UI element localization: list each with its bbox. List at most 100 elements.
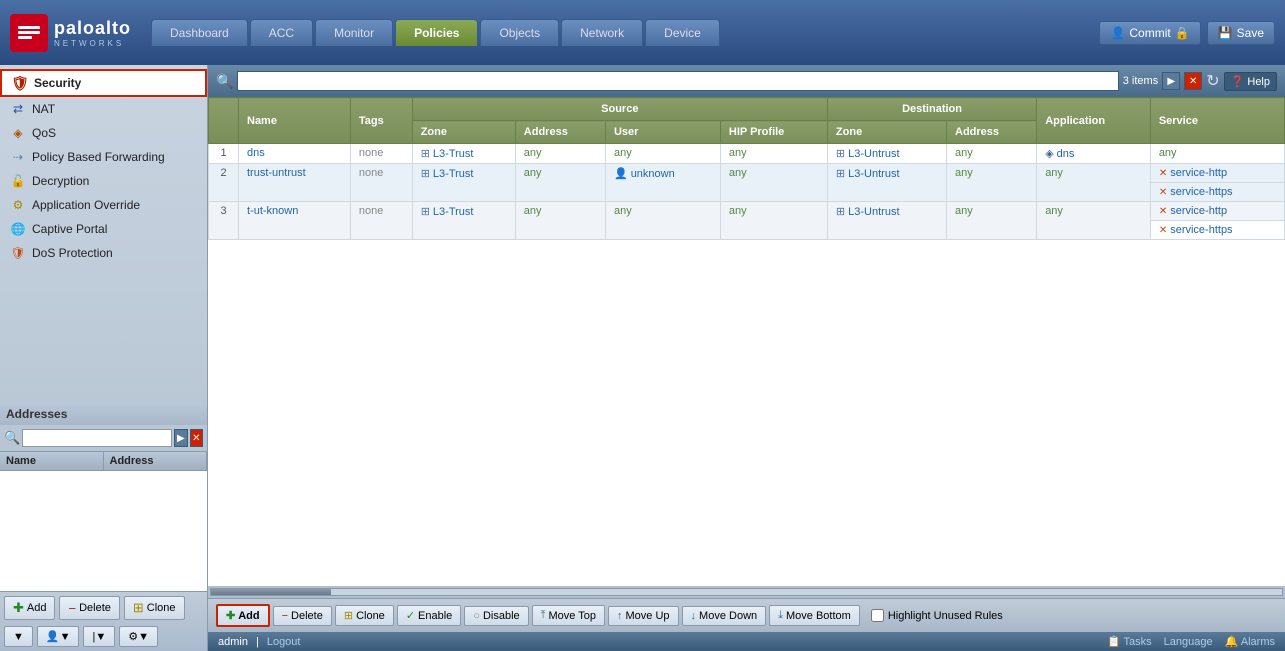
sidebar-item-nat[interactable]: ⇄ NAT	[0, 97, 207, 121]
save-button[interactable]: 💾 Save	[1207, 21, 1275, 45]
addresses-search-input[interactable]	[22, 429, 172, 447]
zone-icon: ⊞	[421, 147, 430, 160]
col-service: Service	[1150, 98, 1284, 144]
enable-button[interactable]: ✓ Enable	[397, 605, 461, 626]
highlight-unused-checkbox[interactable]	[871, 609, 884, 622]
status-bar: admin | Logout 📋 Tasks Language 🔔 Alarms	[208, 632, 1285, 651]
sidebar-item-captive-portal[interactable]: 🌐 Captive Portal	[0, 217, 207, 241]
row-service: any	[1150, 144, 1284, 164]
addresses-search-forward[interactable]: ▶	[174, 429, 187, 447]
captive-icon: 🌐	[10, 221, 26, 237]
app-icon: ◈	[1045, 147, 1053, 160]
items-count: 3 items	[1123, 75, 1158, 87]
sidebar-action-dropdown-2[interactable]: 👤▼	[37, 626, 80, 647]
logo-icon	[10, 14, 48, 52]
clone-icon: ⊞	[133, 600, 144, 616]
row-src-user: any	[605, 202, 720, 240]
panel-search-forward[interactable]: ▶	[1162, 72, 1180, 90]
move-down-icon: ↓	[691, 610, 697, 622]
col-application: Application	[1037, 98, 1151, 144]
sidebar-item-application-override[interactable]: ⚙ Application Override	[0, 193, 207, 217]
tasks-icon: 📋	[1107, 636, 1121, 648]
dos-icon: 🛡	[10, 245, 26, 261]
zone-icon: ⊞	[421, 205, 430, 218]
service-icon: ✕	[1159, 168, 1167, 179]
tab-policies[interactable]: Policies	[395, 19, 478, 46]
bottom-toolbar: ✚ Add − Delete ⊞ Clone ✓ Enable ○ Disabl…	[208, 598, 1285, 632]
addresses-search-close[interactable]: ✕	[190, 429, 203, 447]
refresh-button[interactable]: ↻	[1206, 71, 1219, 91]
tab-device[interactable]: Device	[645, 19, 720, 46]
sidebar-item-qos[interactable]: ◈ QoS	[0, 121, 207, 145]
row-dst-zone: ⊞ L3-Untrust	[827, 144, 946, 164]
panel-search-close[interactable]: ✕	[1184, 72, 1202, 90]
move-top-button[interactable]: ⤒ Move Top	[532, 605, 605, 626]
admin-label: admin	[218, 636, 248, 648]
logout-link[interactable]: Logout	[267, 636, 301, 648]
tab-acc[interactable]: ACC	[250, 19, 313, 46]
language-link[interactable]: Language	[1164, 636, 1213, 648]
tab-monitor[interactable]: Monitor	[315, 19, 393, 46]
sidebar-action-dropdown-1[interactable]: ▼	[4, 626, 33, 647]
scrollbar-thumb[interactable]	[211, 589, 331, 595]
row-hip: any	[720, 144, 827, 164]
delete-button[interactable]: − Delete	[273, 606, 332, 626]
commit-button[interactable]: 👤 Commit 🔒	[1099, 21, 1200, 45]
row-service: ✕ service-https	[1150, 221, 1284, 240]
panel-search-input[interactable]	[237, 71, 1118, 91]
move-bottom-button[interactable]: ⤓ Move Bottom	[769, 605, 860, 626]
sidebar: 🛡 Security ⇄ NAT ◈ QoS ⇢ Policy Based Fo…	[0, 65, 208, 651]
qos-icon: ◈	[10, 125, 26, 141]
row-tags: none	[350, 144, 412, 164]
add-button[interactable]: ✚ Add	[216, 604, 270, 627]
tab-network[interactable]: Network	[561, 19, 643, 46]
sidebar-delete-button[interactable]: − Delete	[59, 596, 119, 620]
disable-button[interactable]: ○ Disable	[464, 606, 528, 626]
status-right: 📋 Tasks Language 🔔 Alarms	[1107, 635, 1275, 648]
row-service: ✕ service-http	[1150, 164, 1284, 183]
zone-icon: ⊞	[421, 167, 430, 180]
horizontal-scrollbar[interactable]	[208, 586, 1285, 598]
sidebar-item-security[interactable]: 🛡 Security	[0, 69, 207, 97]
help-button[interactable]: ❓ Help	[1224, 72, 1277, 91]
move-up-button[interactable]: ↑ Move Up	[608, 606, 679, 626]
row-src-zone: ⊞ L3-Trust	[412, 144, 515, 164]
right-panel: 🔍 3 items ▶ ✕ ↻ ❓ Help Name Tags	[208, 65, 1285, 651]
sidebar-item-policy-based-forwarding[interactable]: ⇢ Policy Based Forwarding	[0, 145, 207, 169]
sidebar-clone-button[interactable]: ⊞ Clone	[124, 596, 185, 620]
sidebar-item-dos-protection[interactable]: 🛡 DoS Protection	[0, 241, 207, 265]
tasks-link[interactable]: 📋 Tasks	[1107, 635, 1152, 648]
sidebar-action-dropdown-3[interactable]: |▼	[83, 626, 115, 647]
row-dst-address: any	[947, 144, 1037, 164]
addresses-label: Addresses	[0, 403, 207, 425]
sidebar-footer: ✚ Add − Delete ⊞ Clone ▼ 👤▼ |▼ ⚙▼	[0, 591, 207, 651]
delete-toolbar-icon: −	[282, 610, 288, 622]
move-down-button[interactable]: ↓ Move Down	[682, 606, 767, 626]
decrypt-icon: 🔓	[10, 173, 26, 189]
tab-dashboard[interactable]: Dashboard	[151, 19, 248, 46]
alarms-link[interactable]: 🔔 Alarms	[1225, 635, 1275, 648]
appoverride-icon: ⚙	[10, 197, 26, 213]
addr-col-address: Address	[104, 452, 208, 470]
user-icon: 👤	[614, 167, 628, 180]
row-name: t-ut-known	[239, 202, 351, 240]
scrollbar-track	[210, 588, 1283, 596]
col-name: Name	[239, 98, 351, 144]
sidebar-item-decryption[interactable]: 🔓 Decryption	[0, 169, 207, 193]
tab-objects[interactable]: Objects	[480, 19, 559, 46]
row-application: any	[1037, 202, 1151, 240]
row-name: dns	[239, 144, 351, 164]
row-application: any	[1037, 164, 1151, 202]
sidebar-add-button[interactable]: ✚ Add	[4, 596, 55, 620]
add-icon: ✚	[13, 600, 24, 616]
addresses-table-body	[0, 471, 207, 591]
row-tags: none	[350, 202, 412, 240]
col-tags: Tags	[350, 98, 412, 144]
sidebar-nav: 🛡 Security ⇄ NAT ◈ QoS ⇢ Policy Based Fo…	[0, 65, 207, 403]
row-src-address: any	[515, 164, 605, 202]
clone-button[interactable]: ⊞ Clone	[335, 605, 394, 626]
row-dst-zone: ⊞ L3-Untrust	[827, 202, 946, 240]
sidebar-action-dropdown-4[interactable]: ⚙▼	[119, 626, 158, 647]
col-hip: HIP Profile	[720, 121, 827, 144]
service-icon: ✕	[1159, 206, 1167, 217]
